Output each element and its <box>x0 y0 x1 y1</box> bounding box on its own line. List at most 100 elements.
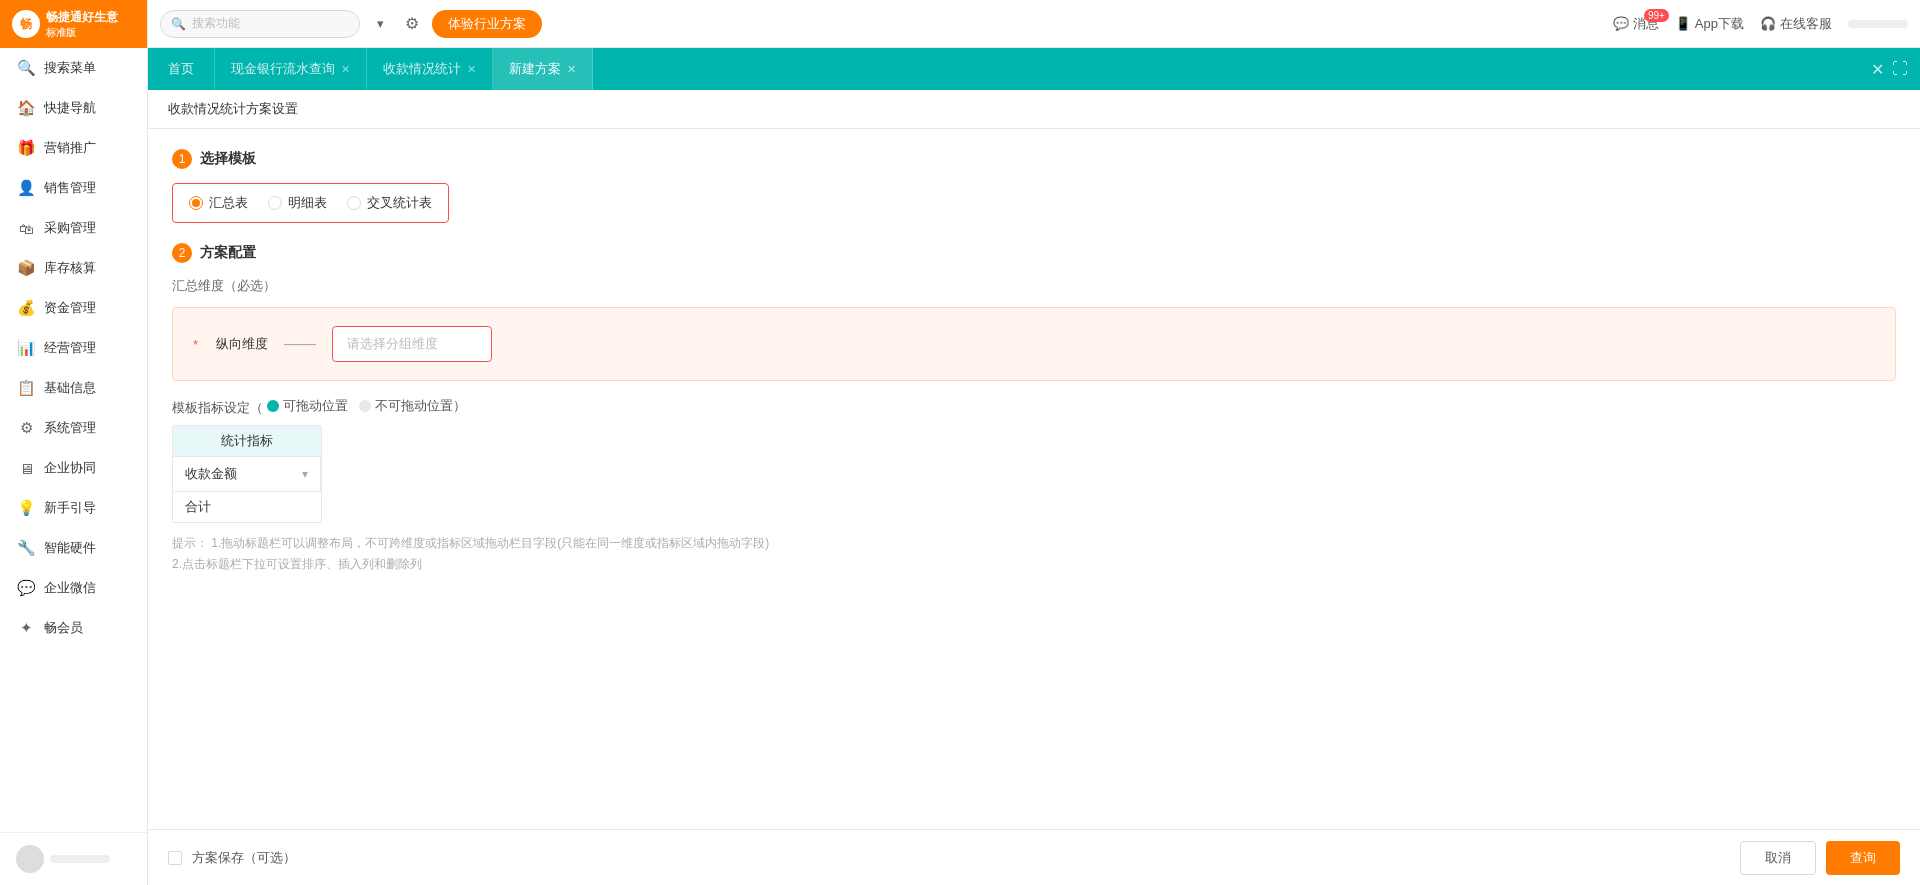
radio-detail[interactable]: 明细表 <box>268 194 327 212</box>
sidebar-item-quicknav[interactable]: 🏠 快捷导航 <box>0 88 147 128</box>
download-icon: 📱 <box>1675 16 1691 31</box>
money-icon: 💰 <box>16 298 36 318</box>
search-box[interactable]: 🔍 搜索功能 <box>160 10 360 38</box>
form-area: 1 选择模板 汇总表 <box>148 129 1920 829</box>
step2-header: 2 方案配置 <box>172 243 1896 263</box>
sidebar-item-management[interactable]: 📊 经营管理 <box>0 328 147 368</box>
tab-home-label: 首页 <box>168 60 194 78</box>
trial-button[interactable]: 体验行业方案 <box>432 10 542 38</box>
topbar: 🔍 搜索功能 ▾ ⚙ 体验行业方案 💬 消息 99+ 📱 App下载 🎧 在线客… <box>148 0 1920 48</box>
sidebar-item-label: 经营管理 <box>44 339 96 357</box>
breadcrumb: 收款情况统计方案设置 <box>168 101 298 116</box>
sidebar-item-guide[interactable]: 💡 新手引导 <box>0 488 147 528</box>
sidebar-item-member[interactable]: ✦ 畅会员 <box>0 608 147 648</box>
sidebar-item-finance[interactable]: 💰 资金管理 <box>0 288 147 328</box>
step1-header: 1 选择模板 <box>172 149 1896 169</box>
modular-header: 模板指标设定（ 可拖动位置 不可拖动位置） <box>172 397 1896 417</box>
indicator-item-row: 收款金额 ▾ <box>173 456 321 491</box>
tab-newplan-close[interactable]: ✕ <box>567 63 576 76</box>
sidebar-item-label: 资金管理 <box>44 299 96 317</box>
cancel-button[interactable]: 取消 <box>1740 841 1816 875</box>
radio-detail-circle <box>268 196 282 210</box>
radio-summary-inner <box>192 199 200 207</box>
unmovable-group: 不可拖动位置） <box>359 397 466 415</box>
user-name-placeholder <box>50 855 110 863</box>
tab-cashflow-label: 现金银行流水查询 <box>231 60 335 78</box>
notification-badge: 99+ <box>1644 9 1669 22</box>
tab-home[interactable]: 首页 <box>148 48 215 90</box>
radio-crosstab-circle <box>347 196 361 210</box>
tab-newplan[interactable]: 新建方案 ✕ <box>493 48 593 90</box>
sidebar-item-label: 库存核算 <box>44 259 96 277</box>
radio-crosstab[interactable]: 交叉统计表 <box>347 194 432 212</box>
message-icon: 💬 <box>1613 16 1629 31</box>
query-button[interactable]: 查询 <box>1826 841 1900 875</box>
monitor-icon: 🖥 <box>16 458 36 478</box>
step2-num: 2 <box>172 243 192 263</box>
sidebar-item-basic[interactable]: 📋 基础信息 <box>0 368 147 408</box>
sidebar-bottom <box>0 832 147 885</box>
radio-summary[interactable]: 汇总表 <box>189 194 248 212</box>
sidebar-item-label: 销售管理 <box>44 179 96 197</box>
vertical-label: 纵向维度 <box>216 335 268 353</box>
indicator-table: 统计指标 收款金额 ▾ 合计 <box>172 425 322 523</box>
main-area: 🔍 搜索功能 ▾ ⚙ 体验行业方案 💬 消息 99+ 📱 App下载 🎧 在线客… <box>148 0 1920 885</box>
tabbar: 首页 现金银行流水查询 ✕ 收款情况统计 ✕ 新建方案 ✕ ✕ ⛶ <box>148 48 1920 90</box>
step2-section: 2 方案配置 汇总维度（必选） * 纵向维度 —— 请选择分组维度 <box>172 243 1896 573</box>
sidebar-item-wechat[interactable]: 💬 企业微信 <box>0 568 147 608</box>
close-window-icon[interactable]: ✕ <box>1871 60 1884 79</box>
notification-item[interactable]: 💬 消息 99+ <box>1613 15 1659 33</box>
save-checkbox[interactable] <box>168 851 182 865</box>
sidebar-item-hardware[interactable]: 🔧 智能硬件 <box>0 528 147 568</box>
sidebar-item-marketing[interactable]: 🎁 营销推广 <box>0 128 147 168</box>
toggle-group: 可拖动位置 <box>267 397 348 415</box>
service-icon: 🎧 <box>1760 16 1776 31</box>
content-wrapper: 收款情况统计方案设置 1 选择模板 <box>148 90 1920 885</box>
service-item[interactable]: 🎧 在线客服 <box>1760 15 1832 33</box>
sidebar-item-purchase[interactable]: 🛍 采购管理 <box>0 208 147 248</box>
movable-toggle-icon <box>267 400 279 412</box>
dropdown-arrow-btn[interactable]: ▾ <box>368 12 392 36</box>
tab-cashflow-close[interactable]: ✕ <box>341 63 350 76</box>
radio-crosstab-label: 交叉统计表 <box>367 194 432 212</box>
sidebar-item-label: 新手引导 <box>44 499 96 517</box>
dimension-title: 汇总维度（必选） <box>172 277 1896 295</box>
dimension-select[interactable]: 请选择分组维度 <box>332 326 492 362</box>
save-label: 方案保存（可选） <box>192 849 296 867</box>
gear-icon: ⚙ <box>16 418 36 438</box>
movable-label: 可拖动位置 <box>283 397 348 415</box>
hardware-icon: 🔧 <box>16 538 36 558</box>
wechat-icon: 💬 <box>16 578 36 598</box>
indicator-dropdown-icon[interactable]: ▾ <box>302 467 308 481</box>
sidebar-item-search[interactable]: 🔍 搜索菜单 <box>0 48 147 88</box>
sidebar-item-label: 智能硬件 <box>44 539 96 557</box>
sidebar-item-sales[interactable]: 👤 销售管理 <box>0 168 147 208</box>
avatar <box>16 845 44 873</box>
search-icon: 🔍 <box>16 58 36 78</box>
clipboard-icon: 📋 <box>16 378 36 398</box>
content-area: 收款情况统计方案设置 1 选择模板 <box>148 90 1920 829</box>
search-placeholder: 搜索功能 <box>192 15 240 32</box>
tab-collection[interactable]: 收款情况统计 ✕ <box>367 48 493 90</box>
indicator-subtotal-label: 合计 <box>185 499 211 514</box>
tab-collection-close[interactable]: ✕ <box>467 63 476 76</box>
sidebar-item-collab[interactable]: 🖥 企业协同 <box>0 448 147 488</box>
tab-newplan-label: 新建方案 <box>509 60 561 78</box>
step1-section: 1 选择模板 汇总表 <box>172 149 1896 223</box>
step1-title: 选择模板 <box>200 150 256 168</box>
sidebar-item-label: 企业微信 <box>44 579 96 597</box>
download-item[interactable]: 📱 App下载 <box>1675 15 1744 33</box>
hint-area: 提示： 1.拖动标题栏可以调整布局，不可跨维度或指标区域拖动栏目字段(只能在同一… <box>172 535 1896 573</box>
radio-detail-label: 明细表 <box>288 194 327 212</box>
sidebar-item-label: 搜索菜单 <box>44 59 96 77</box>
tab-cashflow[interactable]: 现金银行流水查询 ✕ <box>215 48 367 90</box>
box-icon: 📦 <box>16 258 36 278</box>
indicator-column-header: 统计指标 <box>173 426 321 456</box>
sidebar-item-inventory[interactable]: 📦 库存核算 <box>0 248 147 288</box>
dimension-area: * 纵向维度 —— 请选择分组维度 <box>172 307 1896 381</box>
settings-gear-icon[interactable]: ⚙ <box>400 12 424 36</box>
maximize-icon[interactable]: ⛶ <box>1892 60 1908 78</box>
sidebar-item-label: 畅会员 <box>44 619 83 637</box>
sidebar-item-system[interactable]: ⚙ 系统管理 <box>0 408 147 448</box>
template-radio-group: 汇总表 明细表 交叉统计表 <box>189 194 432 212</box>
